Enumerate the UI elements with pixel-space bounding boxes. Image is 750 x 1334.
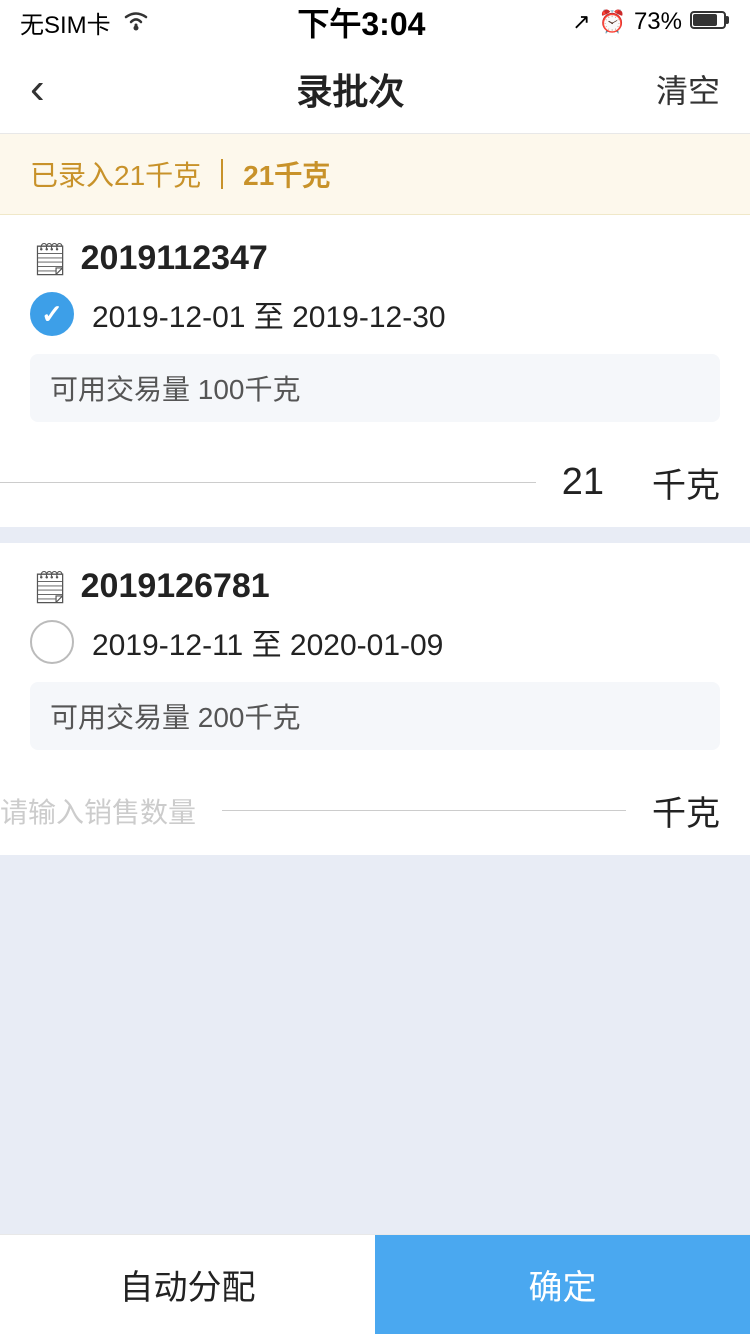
bottom-bar: 自动分配 确定 — [0, 1234, 750, 1334]
status-bar: 无SIM卡 下午3:04 ↗ ⏰ 73% — [0, 0, 750, 44]
battery-text: 73% — [634, 8, 682, 36]
section-divider-1 — [0, 527, 750, 543]
auto-distribute-button[interactable]: 自动分配 — [0, 1235, 375, 1334]
batch2-date: 2019-12-11 至 2020-01-09 — [92, 620, 443, 664]
confirm-button[interactable]: 确定 — [375, 1235, 750, 1334]
batch1-card: 🗒 2019112347 2019-12-01 至 2019-12-30 可用交… — [0, 215, 750, 527]
batch2-id: 2019126781 — [81, 567, 270, 606]
batch1-qty-value: 21 — [562, 461, 604, 504]
content-wrapper: 🗒 2019112347 2019-12-01 至 2019-12-30 可用交… — [0, 215, 750, 1315]
batch2-header: 🗒 2019126781 — [30, 567, 720, 606]
batch2-icon: 🗒 — [30, 568, 71, 606]
info-divider — [221, 159, 223, 189]
status-right: ↗ ⏰ 73% — [572, 7, 730, 38]
batch1-avail-text: 可用交易量 100千克 — [50, 374, 301, 405]
batch1-avail: 可用交易量 100千克 — [30, 354, 720, 422]
nav-bar: ‹ 录批次 清空 — [0, 44, 750, 134]
batch2-qty-row: 请输入销售数量 千克 — [0, 770, 750, 855]
batch2-qty-placeholder: 请输入销售数量 — [0, 791, 196, 831]
info-label: 已录入21千克 — [30, 154, 201, 194]
batch2-unit: 千克 — [652, 786, 720, 835]
page-title: 录批次 — [296, 63, 404, 115]
batch2-radio[interactable] — [30, 620, 74, 664]
batch1-header: 🗒 2019112347 — [30, 239, 720, 278]
batch2-avail: 可用交易量 200千克 — [30, 682, 720, 750]
info-banner: 已录入21千克 21千克 — [0, 134, 750, 215]
batch1-date: 2019-12-01 至 2019-12-30 — [92, 292, 446, 336]
batch1-unit: 千克 — [652, 458, 720, 507]
batch2-card: 🗒 2019126781 2019-12-11 至 2020-01-09 可用交… — [0, 543, 750, 855]
status-left: 无SIM卡 — [20, 5, 151, 40]
batch1-icon: 🗒 — [30, 240, 71, 278]
location-icon: ↗ — [572, 9, 590, 35]
batch2-row[interactable]: 2019-12-11 至 2020-01-09 — [30, 620, 720, 664]
back-button[interactable]: ‹ — [30, 67, 45, 111]
batch2-section: 🗒 2019126781 2019-12-11 至 2020-01-09 可用交… — [0, 543, 750, 750]
batch1-radio[interactable] — [30, 292, 74, 336]
wifi-icon — [121, 6, 151, 38]
status-time: 下午3:04 — [297, 0, 425, 45]
batch1-qty-row: 21 千克 — [0, 442, 750, 527]
info-value: 21千克 — [243, 154, 330, 194]
clear-button[interactable]: 清空 — [656, 66, 720, 112]
section-divider-2 — [0, 855, 750, 871]
batch1-id: 2019112347 — [81, 239, 268, 278]
batch2-avail-text: 可用交易量 200千克 — [50, 702, 301, 733]
battery-icon — [690, 7, 730, 38]
batch1-section: 🗒 2019112347 2019-12-01 至 2019-12-30 可用交… — [0, 215, 750, 422]
alarm-icon: ⏰ — [599, 9, 626, 35]
sim-status: 无SIM卡 — [20, 5, 111, 40]
batch1-row[interactable]: 2019-12-01 至 2019-12-30 — [30, 292, 720, 336]
